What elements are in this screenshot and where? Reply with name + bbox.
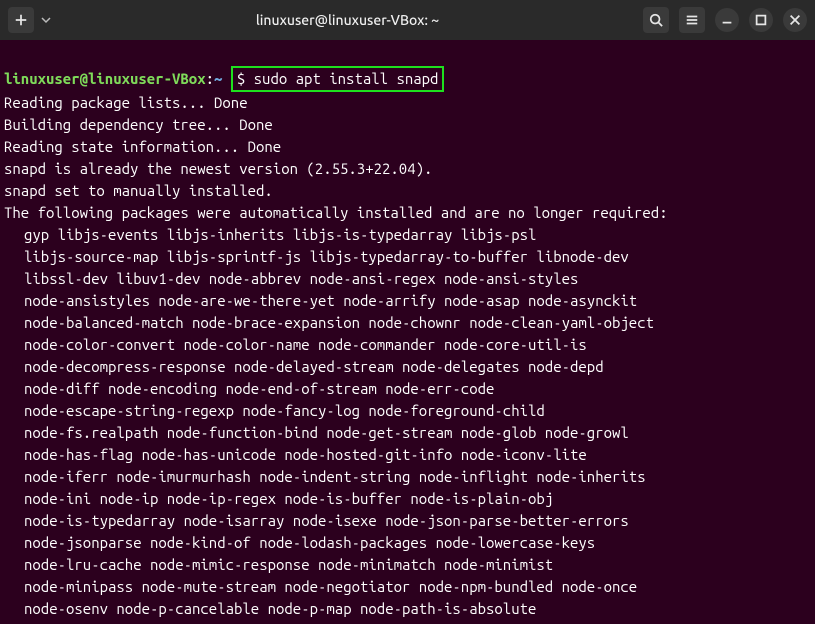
package-line: libssl-dev libuv1-dev node-abbrev node-a… [24,268,811,290]
prompt-user-host: linuxuser@linuxuser-VBox [4,70,206,87]
package-line: node-is-typedarray node-isarray node-ise… [24,510,811,532]
output-line: Reading state information... Done [4,136,811,158]
package-line: node-lru-cache node-mimic-response node-… [24,554,811,576]
window-title: linuxuser@linuxuser-VBox: ~ [58,12,637,28]
package-line: node-decompress-response node-delayed-st… [24,356,811,378]
output-line: The following packages were automaticall… [4,202,811,224]
output-line: snapd is already the newest version (2.5… [4,158,811,180]
package-line: node-color-convert node-color-name node-… [24,334,811,356]
prompt-line: linuxuser@linuxuser-VBox:~ $ sudo apt in… [4,70,444,87]
new-tab-dropdown[interactable] [40,7,52,33]
package-line: node-balanced-match node-brace-expansion… [24,312,811,334]
package-line: gyp libjs-events libjs-inherits libjs-is… [24,224,811,246]
close-button[interactable] [783,8,807,32]
command-text: sudo apt install snapd [254,70,439,87]
package-line: libjs-source-map libjs-sprintf-js libjs-… [24,246,811,268]
package-line: node-ansistyles node-are-we-there-yet no… [24,290,811,312]
titlebar-right [643,7,807,33]
package-line: node-fs.realpath node-function-bind node… [24,422,811,444]
output-lines: Reading package lists... DoneBuilding de… [4,92,811,224]
terminal-output[interactable]: linuxuser@linuxuser-VBox:~ $ sudo apt in… [0,40,815,624]
command-highlight-box: $ sudo apt install snapd [231,66,445,92]
package-line: node-ini node-ip node-ip-regex node-is-b… [24,488,811,510]
output-line: Building dependency tree... Done [4,114,811,136]
package-line: node-diff node-encoding node-end-of-stre… [24,378,811,400]
prompt-symbol: $ [237,70,245,87]
package-line: node-iferr node-imurmurhash node-indent-… [24,466,811,488]
package-line: node-escape-string-regexp node-fancy-log… [24,400,811,422]
output-line: snapd set to manually installed. [4,180,811,202]
minimize-button[interactable] [715,8,739,32]
package-line: node-has-flag node-has-unicode node-host… [24,444,811,466]
hamburger-menu-button[interactable] [679,7,705,33]
packages-block: gyp libjs-events libjs-inherits libjs-is… [4,224,811,620]
prompt-colon: : [206,70,214,87]
package-line: node-osenv node-p-cancelable node-p-map … [24,598,811,620]
titlebar-left [8,7,52,33]
search-button[interactable] [643,7,669,33]
package-line: node-minipass node-mute-stream node-nego… [24,576,811,598]
titlebar: linuxuser@linuxuser-VBox: ~ [0,0,815,40]
prompt-path: ~ [214,70,222,87]
new-tab-button[interactable] [8,7,34,33]
output-line: Reading package lists... Done [4,92,811,114]
maximize-button[interactable] [749,8,773,32]
package-line: node-jsonparse node-kind-of node-lodash-… [24,532,811,554]
